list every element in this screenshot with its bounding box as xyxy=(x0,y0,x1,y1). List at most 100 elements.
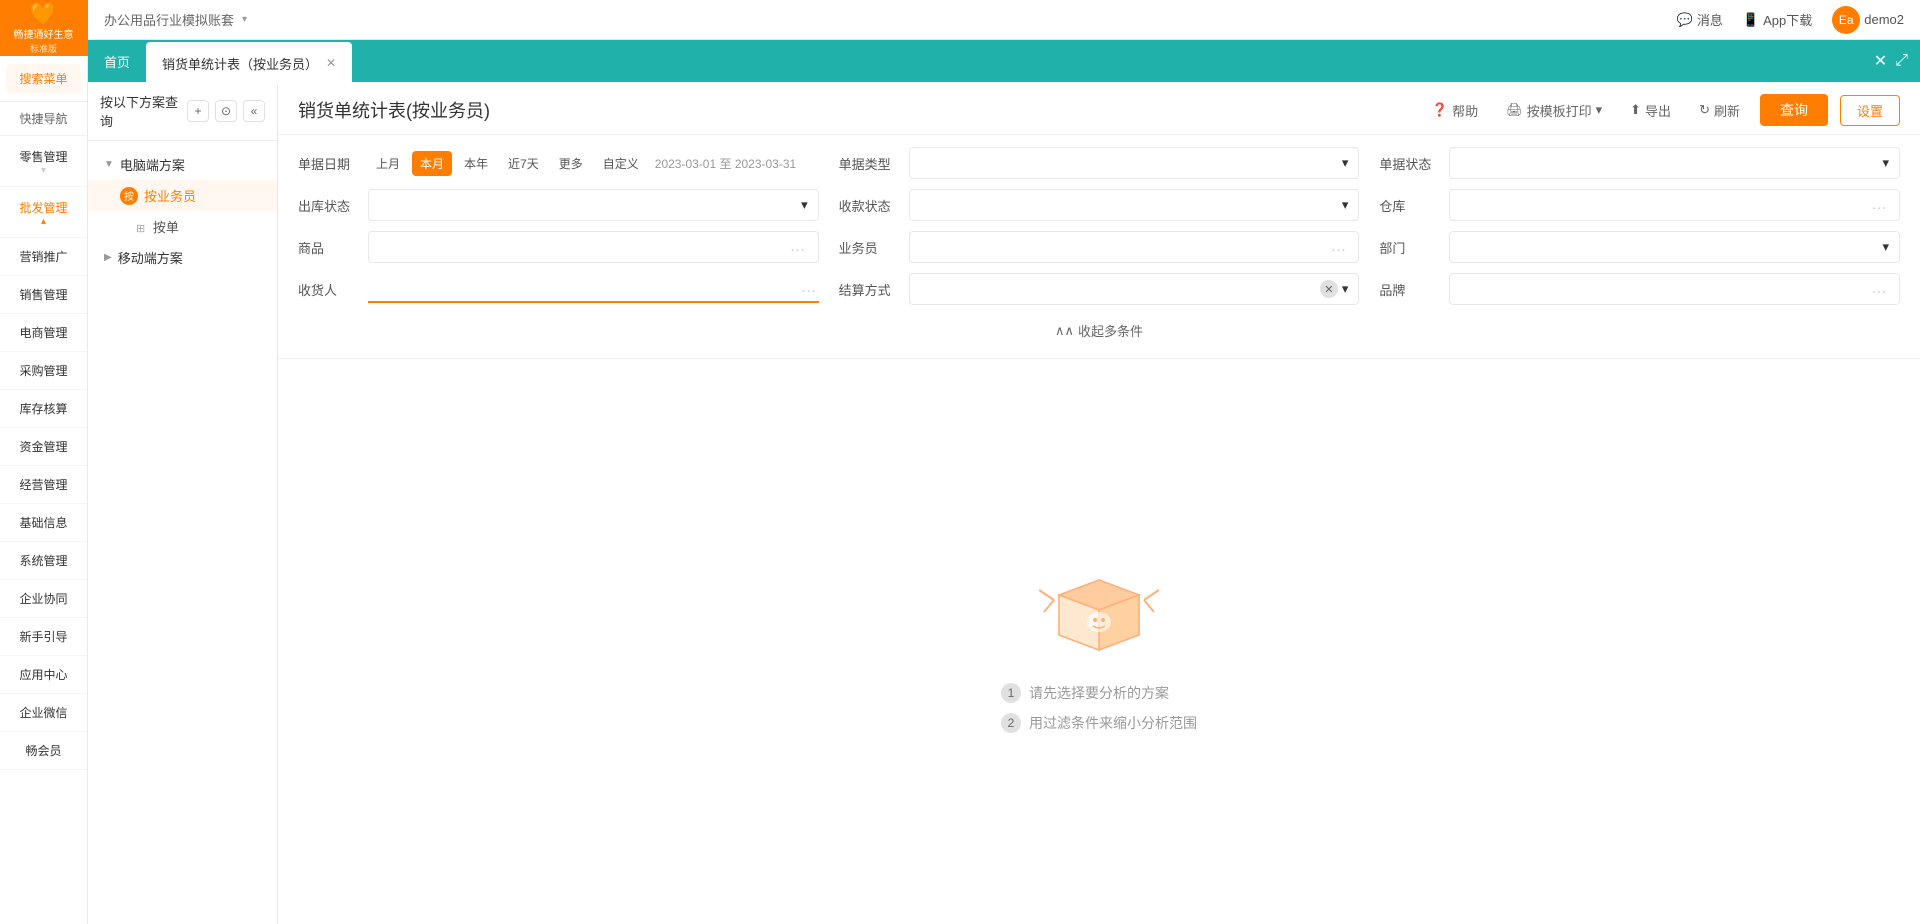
sidebar-item-sales[interactable]: 销售管理 xyxy=(0,276,87,314)
out-select[interactable]: ▾ xyxy=(368,189,819,221)
filter-row-1: 单据日期 上月 本月 本年 近7天 更多 自定义 2023-03-01 至 20… xyxy=(298,147,1900,179)
tree-by-salesman[interactable]: 按 按业务员 xyxy=(88,180,277,211)
by-salesman-label: 按业务员 xyxy=(144,186,196,205)
settlement-clear-btn[interactable]: ✕ xyxy=(1320,280,1338,298)
main-area: 办公用品行业模拟账套 ▾ 💬 消息 📱 App下载 Ea demo2 首页 xyxy=(88,0,1920,924)
dept-select[interactable]: ▾ xyxy=(1449,231,1900,263)
header-actions: 💬 消息 📱 App下载 Ea demo2 xyxy=(1677,6,1904,34)
sidebar-item-finance[interactable]: 资金管理 xyxy=(0,428,87,466)
receiver-input[interactable]: … xyxy=(368,275,819,303)
date-last-month[interactable]: 上月 xyxy=(368,151,408,176)
window-controls: ✕ ⤢ xyxy=(1874,51,1920,71)
tab-home[interactable]: 首页 xyxy=(88,40,146,82)
sidebar-item-wechat[interactable]: 企业微信 xyxy=(0,694,87,732)
top-header: 办公用品行业模拟账套 ▾ 💬 消息 📱 App下载 Ea demo2 xyxy=(88,0,1920,40)
collapse-arrow-icon: ∧∧ xyxy=(1055,323,1074,339)
sidebar-item-retail[interactable]: 零售管理 ▾ xyxy=(0,136,87,187)
tab-report[interactable]: 销货单统计表（按业务员） ✕ xyxy=(146,42,352,84)
message-action[interactable]: 💬 消息 xyxy=(1677,10,1723,29)
collapse-filters-btn[interactable]: ∧∧ 收起多条件 xyxy=(298,315,1900,346)
empty-state: 1 请先选择要分析的方案 2 用过滤条件来缩小分析范围 xyxy=(278,359,1920,924)
sidebar-item-operations[interactable]: 经营管理 xyxy=(0,466,87,504)
sidebar-item-vip[interactable]: 畅会员 xyxy=(0,732,87,770)
warehouse-control: … xyxy=(1449,189,1900,221)
window-close-btn[interactable]: ✕ xyxy=(1874,51,1887,71)
warehouse-label: 仓库 xyxy=(1379,196,1449,215)
sidebar-item-inventory[interactable]: 库存核算 xyxy=(0,390,87,428)
message-icon: 💬 xyxy=(1677,12,1693,28)
tree-expand-arrow: ▼ xyxy=(104,159,114,170)
goods-dots[interactable]: … xyxy=(790,238,808,256)
sidebar-item-ecommerce[interactable]: 电商管理 xyxy=(0,314,87,352)
dept-dropdown-icon: ▾ xyxy=(1882,239,1889,255)
sidebar-item-apps[interactable]: 应用中心 xyxy=(0,656,87,694)
settlement-select[interactable]: ✕ ▾ xyxy=(909,273,1360,305)
quick-nav[interactable]: 快捷导航 xyxy=(0,102,87,136)
sidebar-item-marketing[interactable]: 营销推广 xyxy=(0,238,87,276)
status-control: ▾ xyxy=(1449,147,1900,179)
payment-select[interactable]: ▾ xyxy=(909,189,1360,221)
sidebar-item-wholesale[interactable]: 批发管理 ▴ xyxy=(0,187,87,238)
goods-input[interactable]: … xyxy=(368,231,819,263)
warehouse-dots[interactable]: … xyxy=(1871,196,1889,214)
help-btn[interactable]: ❓ 帮助 xyxy=(1424,97,1486,124)
query-btn[interactable]: 查询 xyxy=(1760,94,1828,126)
type-dropdown-icon: ▾ xyxy=(1342,155,1349,171)
app-download-action[interactable]: 📱 App下载 xyxy=(1743,10,1812,29)
page-title: 销货单统计表(按业务员) xyxy=(298,97,490,123)
salesman-control: … xyxy=(909,231,1360,263)
left-panel: 按以下方案查询 + ⊙ « ▼ 电脑端方案 按 按业务员 xyxy=(88,82,278,924)
app-download-label: App下载 xyxy=(1763,10,1812,29)
workspace-info: 办公用品行业模拟账套 ▾ xyxy=(104,10,247,29)
date-more[interactable]: 更多 xyxy=(551,151,591,176)
empty-illustration xyxy=(1039,550,1159,663)
refresh-icon: ↻ xyxy=(1699,102,1710,118)
sidebar-item-newbie[interactable]: 新手引导 xyxy=(0,618,87,656)
user-menu[interactable]: Ea demo2 xyxy=(1832,6,1904,34)
settings-scheme-btn[interactable]: ⊙ xyxy=(215,100,237,122)
brand-dots[interactable]: … xyxy=(1871,280,1889,298)
sidebar-item-basic[interactable]: 基础信息 xyxy=(0,504,87,542)
window-maximize-btn[interactable]: ⤢ xyxy=(1895,52,1908,70)
right-content: 销货单统计表(按业务员) ❓ 帮助 🖨 按模板打印 ▾ ⬆ 导出 xyxy=(278,82,1920,924)
search-menu-button[interactable]: 搜索菜单 xyxy=(6,64,81,93)
type-label: 单据类型 xyxy=(839,154,909,173)
date-this-year[interactable]: 本年 xyxy=(456,151,496,176)
sidebar-item-purchase[interactable]: 采购管理 xyxy=(0,352,87,390)
workspace-dropdown-arrow[interactable]: ▾ xyxy=(242,14,247,25)
export-icon: ⬆ xyxy=(1630,102,1641,118)
date-filter-options: 上月 本月 本年 近7天 更多 自定义 2023-03-01 至 2023-03… xyxy=(368,151,819,176)
export-btn[interactable]: ⬆ 导出 xyxy=(1622,97,1679,124)
dept-label: 部门 xyxy=(1379,238,1449,257)
add-scheme-btn[interactable]: + xyxy=(187,100,209,122)
sidebar-item-system[interactable]: 系统管理 xyxy=(0,542,87,580)
date-custom[interactable]: 自定义 xyxy=(595,151,647,176)
sidebar-item-enterprise[interactable]: 企业协同 xyxy=(0,580,87,618)
brand-input[interactable]: … xyxy=(1449,273,1900,305)
receiver-dots[interactable]: … xyxy=(801,279,819,297)
refresh-btn[interactable]: ↻ 刷新 xyxy=(1691,97,1748,124)
app-logo: 🧡 畅捷通好生意 标准版 xyxy=(0,0,88,56)
tree-mobile-section[interactable]: ▶ 移动端方案 xyxy=(88,242,277,273)
date-7days[interactable]: 近7天 xyxy=(500,151,547,176)
salesman-input[interactable]: … xyxy=(909,231,1360,263)
settings-btn[interactable]: 设置 xyxy=(1840,95,1900,126)
salesman-dots[interactable]: … xyxy=(1330,238,1348,256)
tree-desktop-label: 电脑端方案 xyxy=(120,155,185,174)
template-print-btn[interactable]: 🖨 按模板打印 ▾ xyxy=(1498,97,1610,124)
print-dropdown-icon: ▾ xyxy=(1596,102,1603,118)
tab-close-icon[interactable]: ✕ xyxy=(326,56,336,70)
warehouse-input[interactable]: … xyxy=(1449,189,1900,221)
tree-section: ▼ 电脑端方案 按 按业务员 ⊞ 按单 ▶ 移动端方案 xyxy=(88,141,277,281)
date-label: 单据日期 xyxy=(298,154,368,173)
collapse-panel-btn[interactable]: « xyxy=(243,100,265,122)
date-this-month[interactable]: 本月 xyxy=(412,151,452,176)
tree-by-order[interactable]: ⊞ 按单 xyxy=(88,211,277,242)
orange-dot-icon: 按 xyxy=(120,187,138,205)
logo-text: 畅捷通好生意 xyxy=(14,29,74,42)
tree-desktop-section[interactable]: ▼ 电脑端方案 xyxy=(88,149,277,180)
empty-step-2: 2 用过滤条件来缩小分析范围 xyxy=(1001,713,1197,733)
type-select[interactable]: ▾ xyxy=(909,147,1360,179)
status-select[interactable]: ▾ xyxy=(1449,147,1900,179)
tree-mobile-arrow: ▶ xyxy=(104,252,112,263)
